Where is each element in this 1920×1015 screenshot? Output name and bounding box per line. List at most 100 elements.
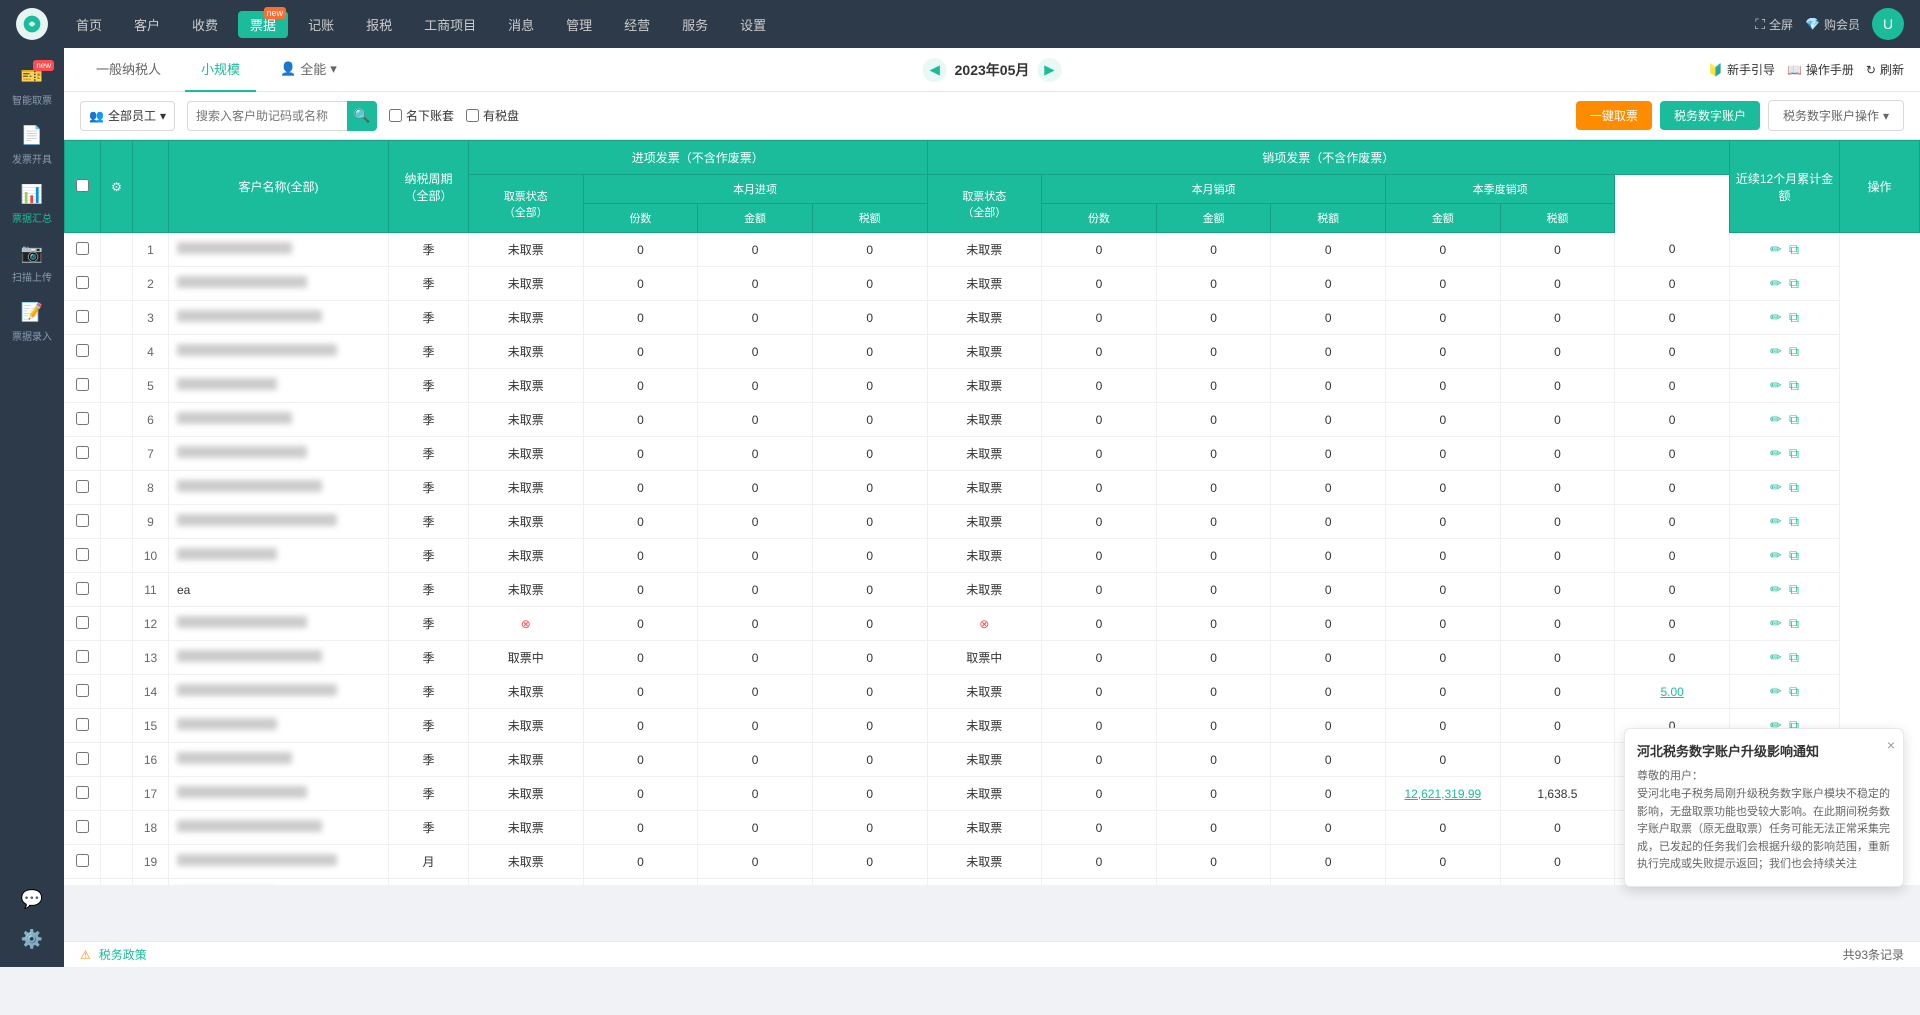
app-logo[interactable] <box>16 8 48 40</box>
row-edit-button[interactable]: ✏ <box>1768 545 1784 566</box>
nav-home[interactable]: 首页 <box>64 11 114 38</box>
row-edit-button[interactable]: ✏ <box>1768 239 1784 260</box>
row-copy-button[interactable]: ⧉ <box>1787 409 1801 430</box>
row-checkbox[interactable] <box>76 684 89 697</box>
season-tax-value: 0 <box>1554 855 1561 869</box>
nav-fee[interactable]: 收费 <box>180 11 230 38</box>
refresh-button[interactable]: ↻ 刷新 <box>1866 61 1904 78</box>
tab-general-taxpayer[interactable]: 一般纳税人 <box>80 47 177 92</box>
manual-button[interactable]: 📖 操作手册 <box>1787 61 1854 78</box>
row-copy-button[interactable]: ⧉ <box>1787 647 1801 668</box>
new-guide-button[interactable]: 🔰 新手引导 <box>1708 61 1775 78</box>
nav-tax[interactable]: 报税 <box>354 11 404 38</box>
row-edit-button[interactable]: ✏ <box>1768 273 1784 294</box>
row-checkbox[interactable] <box>76 480 89 493</box>
one-click-ticket-button[interactable]: 一键取票 <box>1576 101 1652 130</box>
row-edit-button[interactable]: ✏ <box>1768 579 1784 600</box>
nav-settings[interactable]: 设置 <box>728 11 778 38</box>
date-next-button[interactable]: ▶ <box>1037 58 1061 82</box>
user-avatar[interactable]: U <box>1872 8 1904 40</box>
row-edit-button[interactable]: ✏ <box>1768 613 1784 634</box>
nav-client[interactable]: 客户 <box>122 11 172 38</box>
row-edit-button[interactable]: ✏ <box>1768 477 1784 498</box>
row-number: 15 <box>133 709 169 743</box>
row-copy-button[interactable]: ⧉ <box>1787 273 1801 294</box>
row-edit-button[interactable]: ✏ <box>1768 443 1784 464</box>
row-checkbox[interactable] <box>76 276 89 289</box>
date-prev-button[interactable]: ◀ <box>923 58 947 82</box>
fullscreen-button[interactable]: ⛶ 全屏 <box>1755 16 1793 33</box>
search-button[interactable]: 🔍 <box>347 101 377 131</box>
row-checkbox[interactable] <box>76 446 89 459</box>
row-edit-button[interactable]: ✏ <box>1768 511 1784 532</box>
check-tax-checkbox[interactable] <box>466 109 479 122</box>
row-edit-button[interactable]: ✏ <box>1768 647 1784 668</box>
row-checkbox[interactable] <box>76 752 89 765</box>
nav-invoice[interactable]: 票据 new <box>238 11 288 38</box>
th-client-name[interactable]: 客户名称(全部) <box>169 141 389 233</box>
tax-policy-link[interactable]: 税务政策 <box>99 946 147 963</box>
tab-small-scale[interactable]: 小规模 <box>185 47 256 92</box>
row-copy-button[interactable]: ⧉ <box>1787 613 1801 634</box>
sidebar-item-scan-upload[interactable]: 📷 扫描上传 <box>4 233 60 292</box>
row-checkbox[interactable] <box>76 242 89 255</box>
tax-ops-button[interactable]: 税务数字账户操作 ▾ <box>1768 100 1904 131</box>
row-edit-button[interactable]: ✏ <box>1768 681 1784 702</box>
row-copy-button[interactable]: ⧉ <box>1787 341 1801 362</box>
season-amt-value[interactable]: 12,621,319.99 <box>1404 787 1481 801</box>
sidebar-item-smart-ticket[interactable]: 🎫 智能取票 new <box>4 56 60 115</box>
row-edit-button[interactable]: ✏ <box>1768 307 1784 328</box>
row-edit-button[interactable]: ✏ <box>1768 341 1784 362</box>
row-copy-button[interactable]: ⧉ <box>1787 511 1801 532</box>
sidebar-item-chat[interactable]: 💬 <box>4 879 60 919</box>
row-copy-button[interactable]: ⧉ <box>1787 443 1801 464</box>
nav-accounting[interactable]: 记账 <box>296 11 346 38</box>
member-button[interactable]: 💎 购会员 <box>1805 16 1860 33</box>
nav-business[interactable]: 工商项目 <box>412 11 488 38</box>
row-checkbox[interactable] <box>76 548 89 561</box>
check-names-checkbox[interactable] <box>389 109 402 122</box>
row-copy-button[interactable]: ⧉ <box>1787 375 1801 396</box>
nav-message[interactable]: 消息 <box>496 11 546 38</box>
check-tax-label[interactable]: 有税盘 <box>466 107 519 124</box>
th-out-status[interactable]: 取票状态（全部） <box>927 175 1042 233</box>
sidebar-item-gear[interactable]: ⚙️ <box>4 919 60 959</box>
row-checkbox[interactable] <box>76 854 89 867</box>
sidebar-item-invoice-open[interactable]: 📄 发票开具 <box>4 115 60 174</box>
nav-service[interactable]: 服务 <box>670 11 720 38</box>
tab-all[interactable]: 👤 全能 ▾ <box>264 47 353 92</box>
row-copy-button[interactable]: ⧉ <box>1787 477 1801 498</box>
check-names-label[interactable]: 名下账套 <box>389 107 454 124</box>
nav-manage[interactable]: 管理 <box>554 11 604 38</box>
row-checkbox[interactable] <box>76 310 89 323</box>
notification-close-button[interactable]: × <box>1887 737 1895 753</box>
row-period: 季 <box>389 879 469 886</box>
row-checkbox[interactable] <box>76 718 89 731</box>
sidebar-item-ticket-summary[interactable]: 📊 票据汇总 <box>4 174 60 233</box>
row-checkbox[interactable] <box>76 820 89 833</box>
tax-digital-button[interactable]: 税务数字账户 <box>1660 101 1760 130</box>
th-in-status[interactable]: 取票状态（全部） <box>469 175 584 233</box>
row-edit-button[interactable]: ✏ <box>1768 409 1784 430</box>
row-checkbox[interactable] <box>76 412 89 425</box>
row-checkbox[interactable] <box>76 514 89 527</box>
row-checkbox[interactable] <box>76 786 89 799</box>
row-copy-button[interactable]: ⧉ <box>1787 579 1801 600</box>
staff-filter[interactable]: 👥 全部员工 ▾ <box>80 101 175 131</box>
nav-operate[interactable]: 经营 <box>612 11 662 38</box>
row-copy-button[interactable]: ⧉ <box>1787 239 1801 260</box>
th-period[interactable]: 纳税周期（全部） <box>389 141 469 233</box>
row-checkbox[interactable] <box>76 378 89 391</box>
row-checkbox[interactable] <box>76 650 89 663</box>
row-checkbox[interactable] <box>76 344 89 357</box>
row-edit-button[interactable]: ✏ <box>1768 375 1784 396</box>
row-checkbox[interactable] <box>76 582 89 595</box>
row-copy-button[interactable]: ⧉ <box>1787 681 1801 702</box>
row-copy-button[interactable]: ⧉ <box>1787 545 1801 566</box>
row-checkbox[interactable] <box>76 616 89 629</box>
search-input[interactable] <box>187 101 347 131</box>
total-12m-value[interactable]: 5.00 <box>1660 685 1683 699</box>
select-all-checkbox[interactable] <box>76 179 89 192</box>
sidebar-item-ticket-entry[interactable]: 📝 票据录入 <box>4 292 60 351</box>
row-copy-button[interactable]: ⧉ <box>1787 307 1801 328</box>
